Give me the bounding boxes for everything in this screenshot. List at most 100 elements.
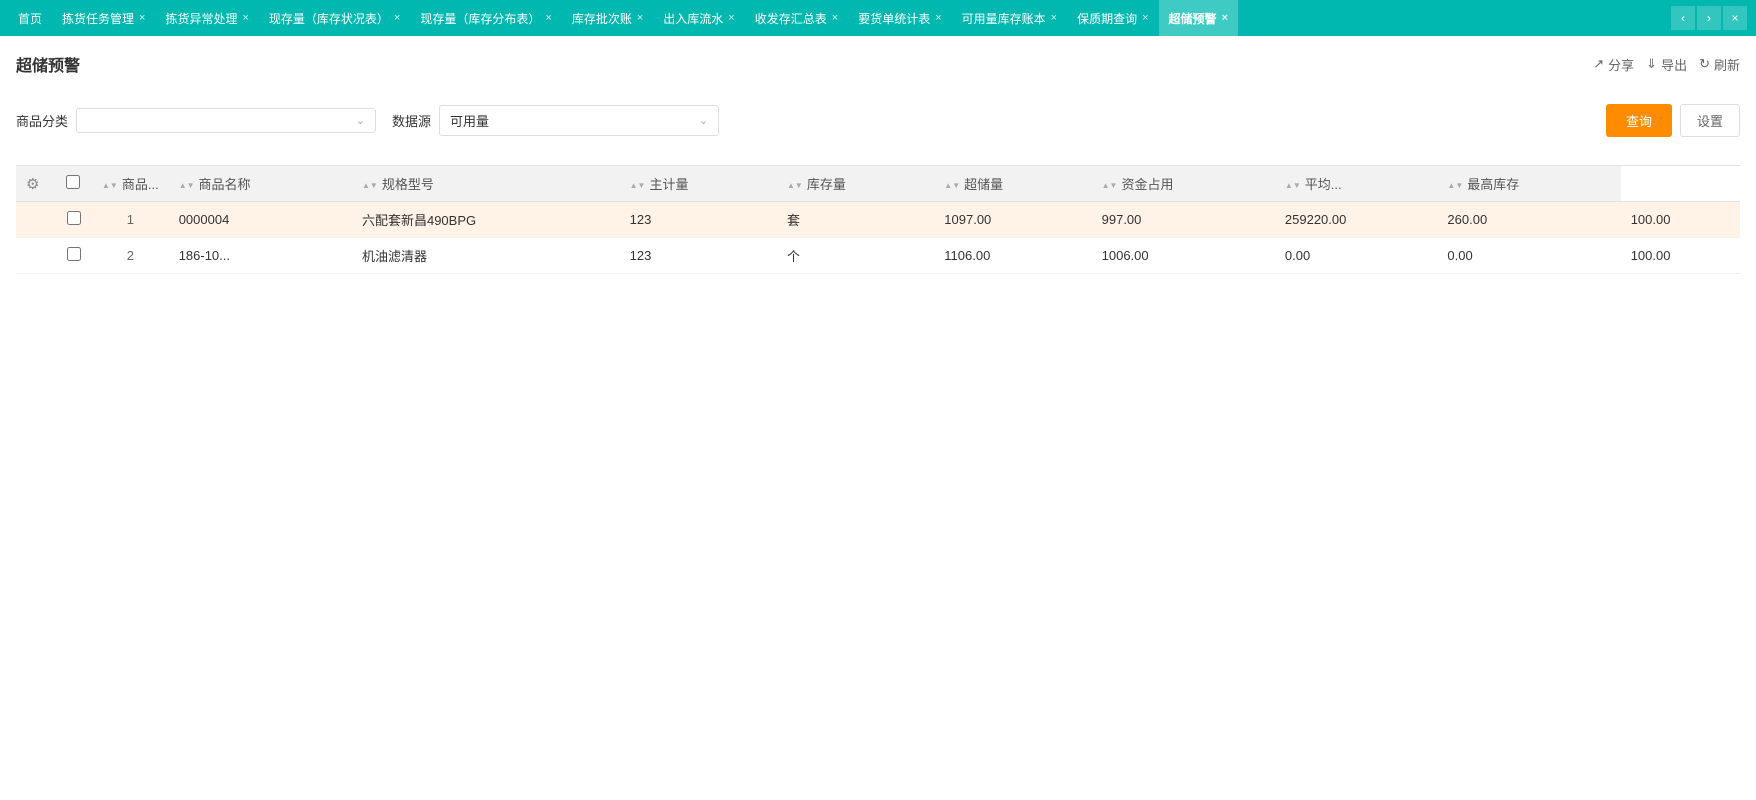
cell-overstock: 1006.00 xyxy=(1092,238,1275,274)
refresh-action[interactable]: ↻ 刷新 xyxy=(1699,55,1740,74)
table-row: 2186-10...机油滤清器123个1106.001006.000.000.0… xyxy=(16,238,1740,274)
sort-product-name-icon: ▲▼ xyxy=(179,182,195,190)
cell-max-stock: 100.00 xyxy=(1621,238,1740,274)
refresh-icon: ↻ xyxy=(1699,56,1710,72)
row-index: 1 xyxy=(92,202,169,238)
col-avg[interactable]: ▲▼平均... xyxy=(1275,166,1438,202)
col-settings: ⚙ xyxy=(16,166,56,202)
sort-avg-icon: ▲▼ xyxy=(1285,182,1301,190)
nav-item-overstock-warning[interactable]: 超储预警× xyxy=(1159,0,1238,36)
table-header-row: ⚙ ▲▼商品... ▲▼商品名称 ▲▼规格型号 ▲▼主计量 ▲ xyxy=(16,166,1740,202)
category-filter-group: 商品分类 ⌄ xyxy=(16,108,376,133)
select-all-checkbox[interactable] xyxy=(66,175,80,189)
col-product-name[interactable]: ▲▼商品名称 xyxy=(169,166,352,202)
row-checkbox[interactable] xyxy=(67,247,81,261)
refresh-label: 刷新 xyxy=(1714,55,1740,74)
nav-close-abnormal[interactable]: × xyxy=(242,12,248,24)
col-capital[interactable]: ▲▼资金占用 xyxy=(1092,166,1275,202)
datasource-select[interactable]: 可用量 ⌄ xyxy=(439,105,719,136)
nav-item-receive-summary[interactable]: 收发存汇总表× xyxy=(745,0,848,36)
nav-item-order-stats[interactable]: 要货单统计表× xyxy=(848,0,951,36)
cell-product-name: 机油滤清器 xyxy=(352,238,620,274)
nav-close-order-stats[interactable]: × xyxy=(935,12,941,24)
filter-buttons: 查询 设置 xyxy=(1606,104,1740,137)
cell-max-stock: 100.00 xyxy=(1621,202,1740,238)
datasource-label: 数据源 xyxy=(392,111,431,130)
col-unit[interactable]: ▲▼主计量 xyxy=(620,166,777,202)
cell-stock: 1106.00 xyxy=(934,238,1091,274)
col-overstock[interactable]: ▲▼超储量 xyxy=(934,166,1091,202)
nav-item-task-mgmt[interactable]: 拣货任务管理× xyxy=(52,0,155,36)
nav-close-button[interactable]: × xyxy=(1723,6,1747,30)
nav-close-expiry[interactable]: × xyxy=(1142,12,1148,24)
row-checkbox-col xyxy=(56,238,92,274)
export-icon: ⇓ xyxy=(1646,56,1657,72)
sort-spec-icon: ▲▼ xyxy=(362,182,378,190)
row-settings-col xyxy=(16,238,56,274)
nav-close-inventory-status[interactable]: × xyxy=(394,12,400,24)
row-settings-col xyxy=(16,202,56,238)
nav-item-batch[interactable]: 库存批次账× xyxy=(562,0,653,36)
top-nav: 首页拣货任务管理×拣货异常处理×现存量（库存状况表）×现存量（库存分布表）×库存… xyxy=(0,0,1756,36)
nav-close-task-mgmt[interactable]: × xyxy=(139,12,145,24)
datasource-chevron-icon: ⌄ xyxy=(699,114,708,127)
nav-next-button[interactable]: › xyxy=(1697,6,1721,30)
col-product-code[interactable]: ▲▼商品... xyxy=(92,166,169,202)
nav-item-abnormal[interactable]: 拣货异常处理× xyxy=(155,0,258,36)
table-row: 10000004六配套新昌490BPG123套1097.00997.002592… xyxy=(16,202,1740,238)
page-title: 超储预警 xyxy=(16,52,80,76)
col-checkbox xyxy=(56,166,92,202)
export-label: 导出 xyxy=(1661,55,1687,74)
data-table: ⚙ ▲▼商品... ▲▼商品名称 ▲▼规格型号 ▲▼主计量 ▲ xyxy=(16,165,1740,274)
page-container: 超储预警 ↗ 分享 ⇓ 导出 ↻ 刷新 商品分类 ⌄ 数据源 xyxy=(0,36,1756,800)
nav-close-inventory-dist[interactable]: × xyxy=(545,12,551,24)
share-action[interactable]: ↗ 分享 xyxy=(1593,55,1634,74)
nav-item-expiry[interactable]: 保质期查询× xyxy=(1067,0,1158,36)
row-checkbox-col xyxy=(56,202,92,238)
sort-capital-icon: ▲▼ xyxy=(1102,182,1118,190)
sort-unit-icon: ▲▼ xyxy=(630,182,646,190)
nav-item-available-account[interactable]: 可用量库存账本× xyxy=(952,0,1067,36)
sort-overstock-icon: ▲▼ xyxy=(944,182,960,190)
row-checkbox[interactable] xyxy=(67,211,81,225)
cell-avg: 0.00 xyxy=(1437,238,1620,274)
nav-item-inventory-dist[interactable]: 现存量（库存分布表）× xyxy=(410,0,561,36)
nav-close-receive-summary[interactable]: × xyxy=(832,12,838,24)
sort-product-code-icon: ▲▼ xyxy=(102,182,118,190)
sort-max-stock-icon: ▲▼ xyxy=(1447,182,1463,190)
cell-capital: 0.00 xyxy=(1275,238,1438,274)
col-spec[interactable]: ▲▼规格型号 xyxy=(352,166,620,202)
nav-close-batch[interactable]: × xyxy=(637,12,643,24)
table-settings-icon[interactable]: ⚙ xyxy=(26,176,39,193)
share-label: 分享 xyxy=(1608,55,1634,74)
cell-spec: 123 xyxy=(620,238,777,274)
cell-capital: 259220.00 xyxy=(1275,202,1438,238)
category-label: 商品分类 xyxy=(16,111,68,130)
settings-button[interactable]: 设置 xyxy=(1680,104,1740,137)
col-stock[interactable]: ▲▼库存量 xyxy=(777,166,934,202)
cell-avg: 260.00 xyxy=(1437,202,1620,238)
nav-prev-button[interactable]: ‹ xyxy=(1671,6,1695,30)
nav-item-inventory-status[interactable]: 现存量（库存状况表）× xyxy=(259,0,410,36)
col-max-stock[interactable]: ▲▼最高库存 xyxy=(1437,166,1620,202)
nav-close-inout-flow[interactable]: × xyxy=(728,12,734,24)
row-index: 2 xyxy=(92,238,169,274)
category-select[interactable]: ⌄ xyxy=(76,108,376,133)
query-button[interactable]: 查询 xyxy=(1606,104,1672,137)
datasource-filter-group: 数据源 可用量 ⌄ xyxy=(392,105,719,136)
sort-stock-icon: ▲▼ xyxy=(787,182,803,190)
nav-item-inout-flow[interactable]: 出入库流水× xyxy=(653,0,744,36)
nav-item-home[interactable]: 首页 xyxy=(8,0,52,36)
page-header: 超储预警 ↗ 分享 ⇓ 导出 ↻ 刷新 xyxy=(16,52,1740,76)
datasource-select-value: 可用量 xyxy=(450,111,489,130)
share-icon: ↗ xyxy=(1593,56,1604,72)
export-action[interactable]: ⇓ 导出 xyxy=(1646,55,1687,74)
cell-product-code: 0000004 xyxy=(169,202,352,238)
cell-spec: 123 xyxy=(620,202,777,238)
nav-close-overstock-warning[interactable]: × xyxy=(1222,12,1228,24)
nav-close-available-account[interactable]: × xyxy=(1051,12,1057,24)
nav-arrows: ‹ › × xyxy=(1670,6,1748,30)
cell-product-name: 六配套新昌490BPG xyxy=(352,202,620,238)
category-chevron-icon: ⌄ xyxy=(356,114,365,127)
cell-stock: 1097.00 xyxy=(934,202,1091,238)
